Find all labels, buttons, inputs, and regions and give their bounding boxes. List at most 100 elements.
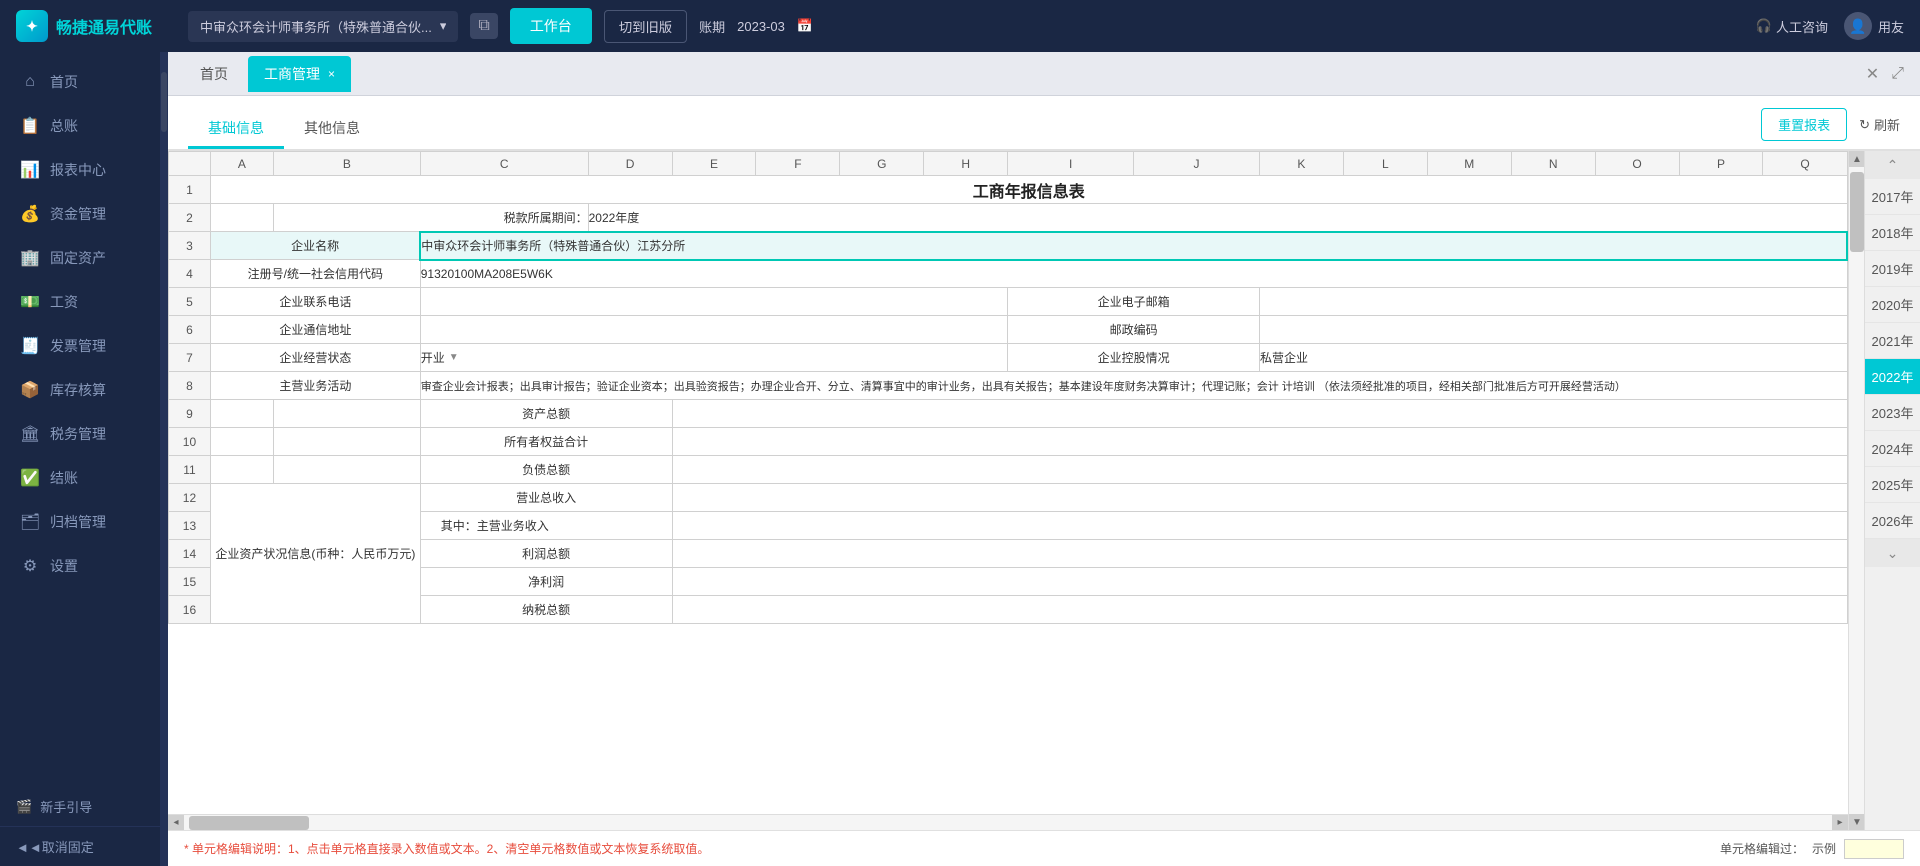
calendar-icon[interactable]: 📅	[797, 18, 813, 34]
col-header-N[interactable]: N	[1511, 152, 1595, 176]
sidebar-item-tax[interactable]: 🏛 税务管理	[0, 412, 168, 456]
copy-icon[interactable]: ⧉	[470, 13, 497, 39]
cell-assets-value[interactable]	[672, 400, 1847, 428]
cell-equity-value[interactable]	[672, 428, 1847, 456]
tab-other-info[interactable]: 其他信息	[284, 110, 380, 149]
cell-10-A[interactable]	[210, 428, 273, 456]
year-item-2020[interactable]: 2020年	[1865, 287, 1920, 323]
cell-tax-period-value[interactable]: 2022年度	[588, 204, 1847, 232]
year-item-2023[interactable]: 2023年	[1865, 395, 1920, 431]
h-scroll-left-button[interactable]: ◂	[168, 815, 184, 831]
v-scroll-track[interactable]	[1849, 167, 1864, 814]
table-title-cell[interactable]: 工商年报信息表	[210, 176, 1847, 204]
year-item-2019[interactable]: 2019年	[1865, 251, 1920, 287]
sidebar-item-settings[interactable]: ⚙ 设置	[0, 544, 168, 588]
col-header-H[interactable]: H	[924, 152, 1008, 176]
oldver-button[interactable]: 切到旧版	[604, 10, 687, 43]
year-item-2018[interactable]: 2018年	[1865, 215, 1920, 251]
help-button[interactable]: 🎧 人工咨询	[1756, 17, 1828, 36]
tab-industrial[interactable]: 工商管理 ×	[248, 56, 351, 92]
tab-basic-info[interactable]: 基础信息	[188, 110, 284, 149]
assets-icon: 🏢	[20, 248, 40, 268]
reset-report-button[interactable]: 重置报表	[1761, 108, 1847, 141]
workbench-button[interactable]: 工作台	[510, 8, 592, 44]
close-window-button[interactable]: ✕	[1866, 64, 1879, 84]
col-header-P[interactable]: P	[1679, 152, 1763, 176]
col-header-F[interactable]: F	[756, 152, 840, 176]
sidebar-item-invoice[interactable]: 🧾 发票管理	[0, 324, 168, 368]
cell-net-profit-value[interactable]	[672, 568, 1847, 596]
cell-regcode-value[interactable]: 91320100MA208E5W6K	[420, 260, 1847, 288]
cell-regcode-label: 注册号/统一社会信用代码	[210, 260, 420, 288]
cell-mainbiz-value[interactable]: 审查企业会计报表；出具审计报告；验证企业资本；出具验资报告；办理企业合开、分立、…	[420, 372, 1847, 400]
cell-10-B[interactable]	[273, 428, 420, 456]
new-user-guide[interactable]: 🎬 新手引导	[0, 787, 168, 826]
col-header-L[interactable]: L	[1343, 152, 1427, 176]
sidebar-item-assets[interactable]: 🏢 固定资产	[0, 236, 168, 280]
h-scroll-right-button[interactable]: ▸	[1832, 815, 1848, 831]
year-item-2021[interactable]: 2021年	[1865, 323, 1920, 359]
sidebar-item-funds[interactable]: 💰 资金管理	[0, 192, 168, 236]
year-scroll-up-button[interactable]: ⌃	[1865, 151, 1920, 179]
v-scroll-thumb[interactable]	[1850, 172, 1864, 252]
cell-2-A[interactable]	[210, 204, 273, 232]
col-header-O[interactable]: O	[1595, 152, 1679, 176]
col-header-C[interactable]: C	[420, 152, 588, 176]
col-header-K[interactable]: K	[1259, 152, 1343, 176]
table-row: 1 工商年报信息表	[169, 176, 1848, 204]
year-item-2025[interactable]: 2025年	[1865, 467, 1920, 503]
year-scroll-down-button[interactable]: ⌄	[1865, 539, 1920, 567]
cell-11-B[interactable]	[273, 456, 420, 484]
cell-9-A[interactable]	[210, 400, 273, 428]
cell-phone-value[interactable]	[420, 288, 1007, 316]
company-selector[interactable]: 中审众环会计师事务所（特殊普通合伙... ▾	[188, 11, 458, 42]
cell-company-value[interactable]: 中审众环会计师事务所（特殊普通合伙）江苏分所	[420, 232, 1847, 260]
cell-address-value[interactable]	[420, 316, 1007, 344]
h-scroll-thumb[interactable]	[189, 816, 309, 830]
col-header-I[interactable]: I	[1008, 152, 1134, 176]
sidebar-item-close[interactable]: ✅ 结账	[0, 456, 168, 500]
cell-postal-value[interactable]	[1259, 316, 1847, 344]
col-header-M[interactable]: M	[1427, 152, 1511, 176]
user-menu[interactable]: 👤 用友	[1844, 12, 1904, 40]
col-header-D[interactable]: D	[588, 152, 672, 176]
sidebar-item-reports[interactable]: 📊 报表中心	[0, 148, 168, 192]
tab-home[interactable]: 首页	[184, 56, 244, 92]
v-scroll-down-button[interactable]: ▼	[1849, 814, 1865, 830]
col-header-G[interactable]: G	[840, 152, 924, 176]
cell-ownership-value[interactable]: 私营企业	[1259, 344, 1847, 372]
col-header-B[interactable]: B	[273, 152, 420, 176]
year-item-2026[interactable]: 2026年	[1865, 503, 1920, 539]
tab-close-button[interactable]: ×	[328, 67, 335, 81]
col-header-J[interactable]: J	[1134, 152, 1260, 176]
sidebar-item-inventory[interactable]: 📦 库存核算	[0, 368, 168, 412]
h-scroll-track[interactable]	[184, 815, 1832, 830]
year-item-2024[interactable]: 2024年	[1865, 431, 1920, 467]
h-scrollbar[interactable]: ◂ ▸	[168, 814, 1848, 830]
spreadsheet-table[interactable]: A B C D E F G H I J	[168, 151, 1848, 814]
sidebar-item-home[interactable]: ⌂ 首页	[0, 60, 168, 104]
cell-tax-total-value[interactable]	[672, 596, 1847, 624]
cell-main-revenue-value[interactable]	[672, 512, 1847, 540]
cell-9-B[interactable]	[273, 400, 420, 428]
v-scroll-up-button[interactable]: ▲	[1849, 151, 1865, 167]
sidebar-item-payroll[interactable]: 💵 工资	[0, 280, 168, 324]
cell-revenue-value[interactable]	[672, 484, 1847, 512]
col-header-Q[interactable]: Q	[1763, 152, 1847, 176]
v-scrollbar[interactable]: ▲ ▼	[1848, 151, 1864, 830]
cell-profit-value[interactable]	[672, 540, 1847, 568]
year-item-2017[interactable]: 2017年	[1865, 179, 1920, 215]
col-header-E[interactable]: E	[672, 152, 756, 176]
col-header-A[interactable]: A	[210, 152, 273, 176]
year-item-2022[interactable]: 2022年	[1865, 359, 1920, 395]
cell-11-A[interactable]	[210, 456, 273, 484]
unpin-button[interactable]: ◄◄取消固定	[0, 826, 168, 866]
sidebar-item-ledger[interactable]: 📋 总账	[0, 104, 168, 148]
cell-email-value[interactable]	[1259, 288, 1847, 316]
refresh-button[interactable]: ↻ 刷新	[1859, 115, 1900, 134]
sidebar-item-archive[interactable]: 🗂 归档管理	[0, 500, 168, 544]
cell-status-value[interactable]: 开业 ▼	[420, 344, 1007, 372]
expand-window-button[interactable]: ⤢	[1891, 65, 1904, 83]
cell-liability-value[interactable]	[672, 456, 1847, 484]
sidebar-item-label: 结账	[50, 468, 78, 488]
